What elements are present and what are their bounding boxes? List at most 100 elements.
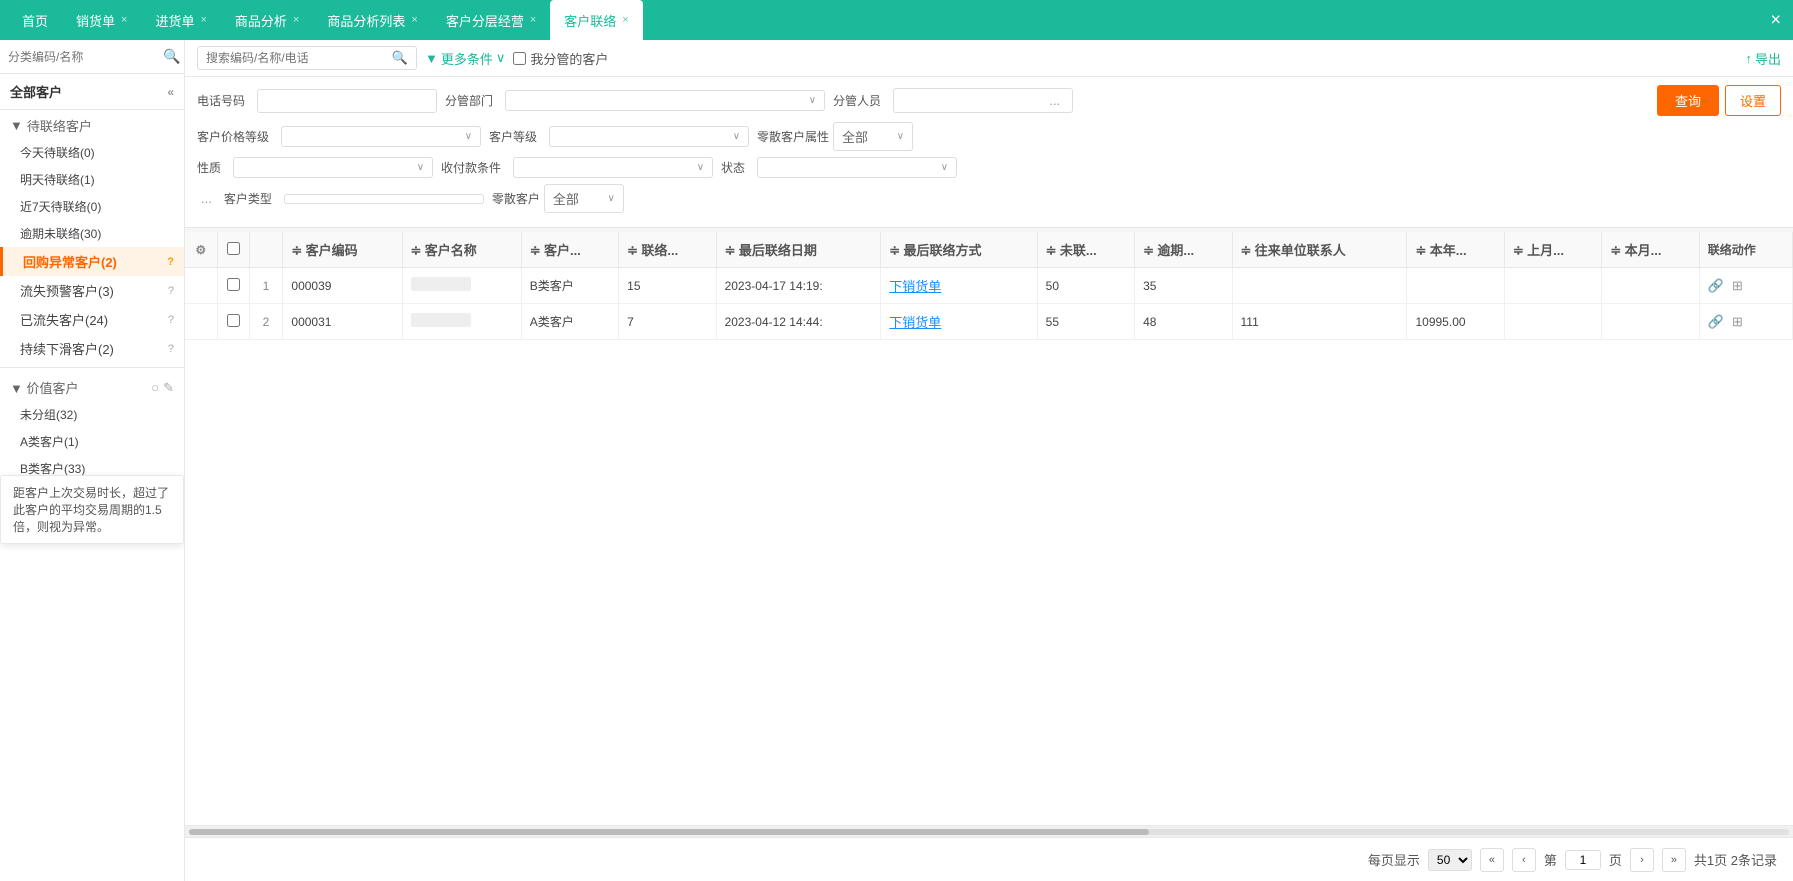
- col-this-month[interactable]: ≑ 本月...: [1602, 232, 1699, 268]
- churn-warning-icon: ?: [168, 285, 174, 297]
- window-close-button[interactable]: ×: [1770, 10, 1781, 31]
- dept-label: 分管部门: [445, 92, 493, 109]
- row2-overdue: 48: [1135, 304, 1232, 340]
- tab-purchase-close[interactable]: ×: [200, 14, 206, 26]
- sidebar-item-overdue[interactable]: 逾期未联络(30): [0, 220, 184, 247]
- total-records-label: 共1页 2条记录: [1694, 850, 1777, 869]
- customer-type-select[interactable]: [284, 194, 484, 204]
- phone-input[interactable]: [257, 89, 437, 113]
- sidebar-item-today[interactable]: 今天待联络(0): [0, 139, 184, 166]
- retail-attr-select[interactable]: 全部 ∨: [833, 122, 913, 151]
- tab-purchase[interactable]: 进货单 ×: [141, 0, 220, 40]
- value-customer-icon2[interactable]: ✎: [163, 380, 174, 396]
- gender-label: 性质: [197, 159, 221, 176]
- row1-grid-icon[interactable]: ⊞: [1732, 278, 1743, 294]
- tab-customer-contact-close[interactable]: ×: [622, 14, 628, 26]
- content-area: 🔍 ▼ 更多条件 ∨ 我分管的客户 ↑ 导出 电话号码 分管部门: [185, 40, 1793, 881]
- sidebar-all-customers[interactable]: 全部客户 «: [0, 74, 184, 110]
- col-contact[interactable]: ≑ 联络...: [619, 232, 716, 268]
- prev-page-button[interactable]: ‹: [1512, 848, 1536, 872]
- col-overdue[interactable]: ≑ 逾期...: [1135, 232, 1232, 268]
- scrollbar-thumb[interactable]: [189, 829, 1149, 835]
- sidebar-item-repurchase-abnormal[interactable]: 回购异常客户(2) ?: [0, 247, 184, 276]
- tab-product-analysis-close[interactable]: ×: [293, 14, 299, 26]
- value-customer-icon1[interactable]: ○: [151, 380, 159, 396]
- retail-customer-select[interactable]: 全部 ∨: [544, 184, 624, 213]
- row2-last-way-link[interactable]: 下销货单: [889, 315, 941, 330]
- col-last-month[interactable]: ≑ 上月...: [1504, 232, 1601, 268]
- row1-last-way-link[interactable]: 下销货单: [889, 279, 941, 294]
- col-this-year[interactable]: ≑ 本年...: [1407, 232, 1504, 268]
- col-unit-contact[interactable]: ≑ 往来单位联系人: [1232, 232, 1407, 268]
- dept-select[interactable]: ∨: [505, 90, 825, 111]
- setting-button[interactable]: 设置: [1725, 85, 1781, 116]
- sidebar-item-7days[interactable]: 近7天待联络(0): [0, 193, 184, 220]
- filter-search-input[interactable]: [206, 51, 388, 65]
- row2-link-icon[interactable]: 🔗: [1708, 314, 1724, 330]
- row4-dots[interactable]: ...: [201, 191, 212, 206]
- export-label: 导出: [1755, 49, 1781, 68]
- row2-grid-icon[interactable]: ⊞: [1732, 314, 1743, 330]
- payment-select[interactable]: ∨: [513, 157, 713, 178]
- sidebar-search-bar: 🔍: [0, 40, 184, 74]
- manager-select[interactable]: ...: [893, 88, 1073, 113]
- repurchase-abnormal-icon: ?: [167, 256, 174, 268]
- row1-link-icon[interactable]: 🔗: [1708, 278, 1724, 294]
- col-last-date[interactable]: ≑ 最后联络日期: [716, 232, 881, 268]
- row1-not-contacted: 50: [1037, 268, 1134, 304]
- col-not-contacted[interactable]: ≑ 未联...: [1037, 232, 1134, 268]
- row2-check[interactable]: [227, 314, 240, 327]
- sidebar-item-churned[interactable]: 已流失客户(24) ?: [0, 305, 184, 334]
- filter-more-conditions[interactable]: ▼ 更多条件 ∨: [425, 49, 505, 68]
- tab-sales-close[interactable]: ×: [121, 14, 127, 26]
- col-last-way[interactable]: ≑ 最后联络方式: [881, 232, 1037, 268]
- filter-search-icon[interactable]: 🔍: [392, 50, 408, 66]
- page-number-input[interactable]: [1565, 850, 1601, 870]
- col-settings[interactable]: ⚙: [185, 232, 217, 268]
- col-code[interactable]: ≑ 客户编码: [283, 232, 402, 268]
- sidebar-collapse-icon[interactable]: «: [167, 85, 174, 99]
- churn-warning-label: 流失预警客户(3): [20, 281, 114, 300]
- status-select[interactable]: ∨: [757, 157, 957, 178]
- sidebar-search-input[interactable]: [8, 50, 163, 64]
- tab-product-list[interactable]: 商品分析列表 ×: [313, 0, 431, 40]
- col-name[interactable]: ≑ 客户名称: [402, 232, 521, 268]
- tab-customer-tier[interactable]: 客户分层经营 ×: [432, 0, 550, 40]
- sidebar-item-class-a[interactable]: A类客户(1): [0, 428, 184, 455]
- tab-customer-tier-close[interactable]: ×: [530, 14, 536, 26]
- sidebar-item-declining[interactable]: 持续下滑客户(2) ?: [0, 334, 184, 363]
- price-level-select[interactable]: ∨: [281, 126, 481, 147]
- tab-home[interactable]: 首页: [8, 0, 62, 40]
- per-page-select[interactable]: 50: [1428, 849, 1472, 871]
- tab-product-analysis[interactable]: 商品分析 ×: [221, 0, 313, 40]
- col-level[interactable]: ≑ 客户...: [521, 232, 618, 268]
- table-row: 2 000031 A类客户 7 2023-04-12 14:44: 下销货单 5…: [185, 304, 1793, 340]
- customer-level-arrow-icon: ∨: [733, 131, 740, 142]
- query-button[interactable]: 查询: [1657, 85, 1719, 116]
- customer-level-select[interactable]: ∨: [549, 126, 749, 147]
- row1-code: 000039: [283, 268, 402, 304]
- sidebar-item-tomorrow[interactable]: 明天待联络(1): [0, 166, 184, 193]
- col-name-sort: ≑: [411, 243, 422, 258]
- sidebar-search-icon[interactable]: 🔍: [163, 48, 180, 65]
- next-page-button[interactable]: ›: [1630, 848, 1654, 872]
- tab-sales[interactable]: 销货单 ×: [62, 0, 141, 40]
- row2-num: 2: [249, 304, 283, 340]
- row1-contact: 15: [619, 268, 716, 304]
- sidebar-item-ungroup[interactable]: 未分组(32): [0, 401, 184, 428]
- select-all-checkbox[interactable]: [227, 242, 240, 255]
- tab-product-list-close[interactable]: ×: [411, 14, 417, 26]
- my-customers-check[interactable]: [513, 52, 526, 65]
- sidebar-item-churn-warning[interactable]: 流失预警客户(3) ?: [0, 276, 184, 305]
- manager-dots-icon[interactable]: ...: [1049, 93, 1060, 108]
- retail-customer-label: 零散客户: [492, 190, 540, 207]
- declining-icon: ?: [168, 343, 174, 355]
- export-button[interactable]: ↑ 导出: [1745, 49, 1781, 68]
- last-page-button[interactable]: »: [1662, 848, 1686, 872]
- row1-check[interactable]: [227, 278, 240, 291]
- first-page-button[interactable]: «: [1480, 848, 1504, 872]
- tab-customer-contact[interactable]: 客户联络 ×: [550, 0, 642, 40]
- value-customer-icons: ○ ✎: [151, 380, 174, 396]
- horizontal-scrollbar[interactable]: [185, 825, 1793, 837]
- gender-select[interactable]: ∨: [233, 157, 433, 178]
